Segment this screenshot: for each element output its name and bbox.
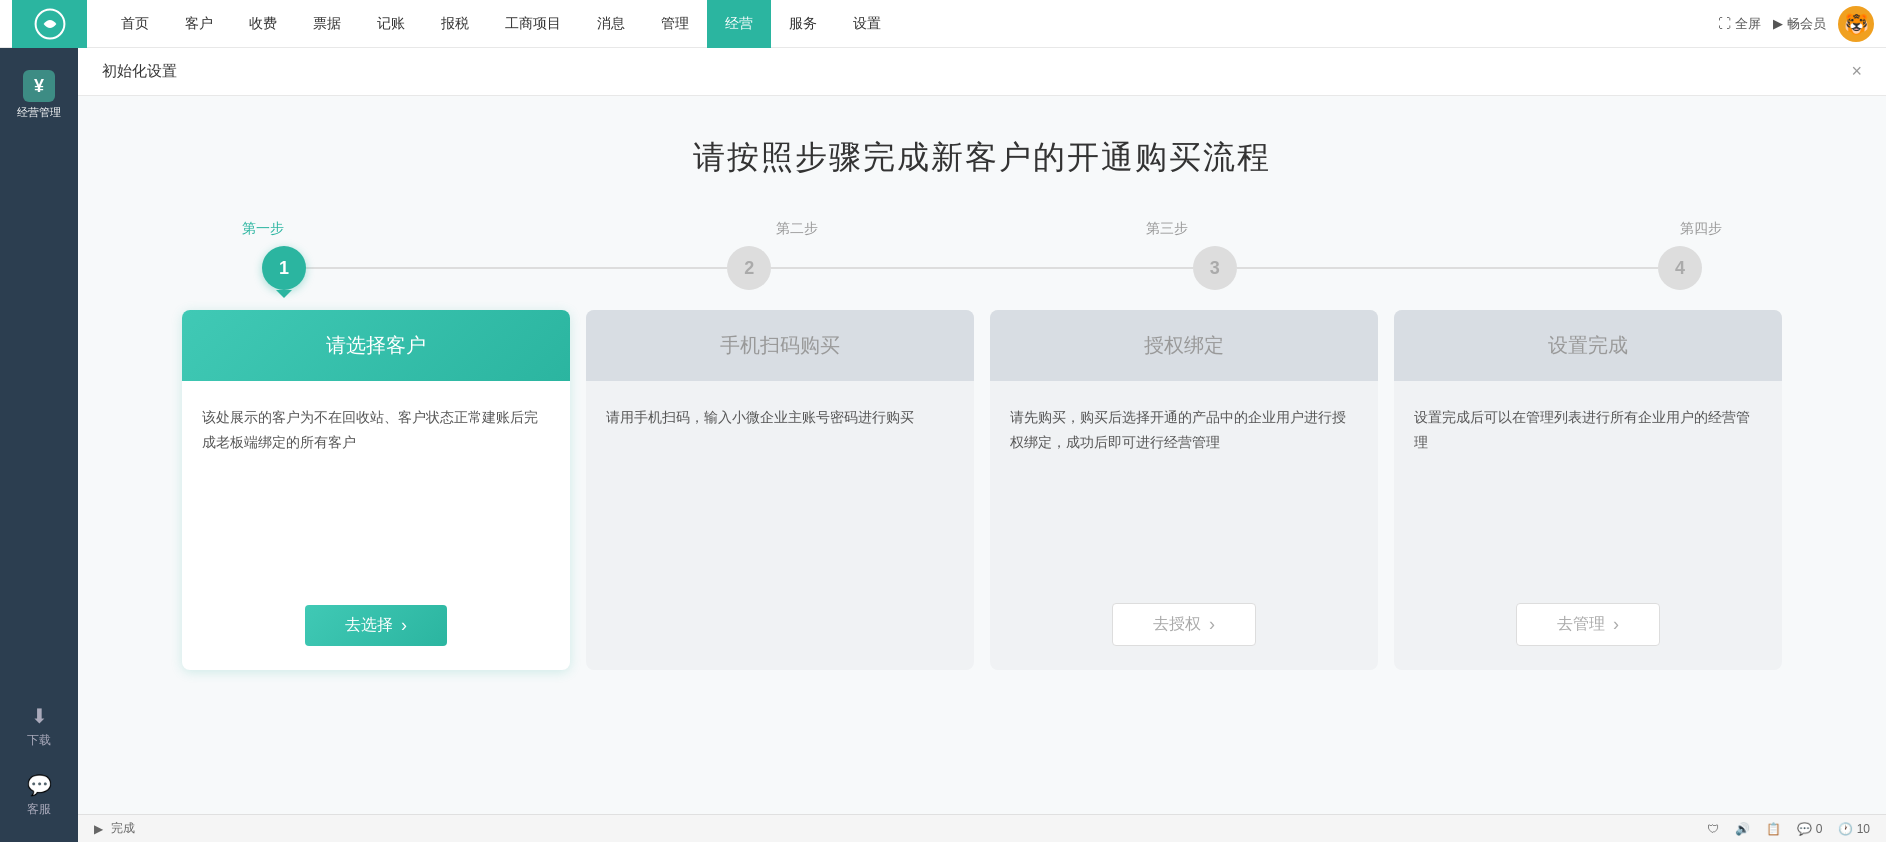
- content-area: 初始化设置 × 请按照步骤完成新客户的开通购买流程 第一步 第二步 第三步 第四…: [78, 48, 1886, 842]
- step-label-2: 第二步: [612, 220, 982, 238]
- support-icon: 💬: [27, 773, 52, 797]
- go-manage-button[interactable]: 去管理 ›: [1516, 603, 1660, 646]
- nav-business[interactable]: 工商项目: [487, 0, 579, 48]
- card-3-header: 授权绑定: [990, 310, 1378, 381]
- nav-customer[interactable]: 客户: [167, 0, 231, 48]
- card-3-footer: 去授权 ›: [990, 587, 1378, 670]
- go-select-icon: ›: [401, 615, 407, 636]
- nav-right: ⛶ 全屏 ▶ 畅会员 🐯: [1718, 6, 1874, 42]
- step-circle-1: 1: [262, 246, 306, 290]
- page-title: 请按照步骤完成新客户的开通购买流程: [693, 136, 1271, 180]
- go-authorize-button[interactable]: 去授权 ›: [1112, 603, 1256, 646]
- page-breadcrumb: 初始化设置: [102, 62, 177, 81]
- shield-icon: 🛡: [1707, 822, 1719, 836]
- card-1-header: 请选择客户: [182, 310, 570, 381]
- card-4-header: 设置完成: [1394, 310, 1782, 381]
- nav-fee[interactable]: 收费: [231, 0, 295, 48]
- sidebar: ¥ 经营管理 ⬇ 下载 💬 客服: [0, 48, 78, 842]
- card-1-body: 该处展示的客户为不在回收站、客户状态正常建账后完成老板端绑定的所有客户: [182, 381, 570, 589]
- go-select-button[interactable]: 去选择 ›: [305, 605, 447, 646]
- clipboard-icon: 📋: [1766, 822, 1781, 836]
- step-label-1: 第一步: [182, 220, 612, 238]
- go-authorize-icon: ›: [1209, 614, 1215, 635]
- nav-settings[interactable]: 设置: [835, 0, 899, 48]
- sidebar-support[interactable]: 💬 客服: [0, 761, 78, 830]
- step-card-3: 授权绑定 请先购买，购买后选择开通的产品中的企业用户进行授权绑定，成功后即可进行…: [990, 310, 1378, 670]
- sidebar-item-label: 经营管理: [6, 106, 72, 119]
- sidebar-download[interactable]: ⬇ 下载: [0, 692, 78, 761]
- nav-manage[interactable]: 管理: [643, 0, 707, 48]
- step-circle-4: 4: [1658, 246, 1702, 290]
- logo: [12, 0, 87, 48]
- close-button[interactable]: ×: [1851, 61, 1862, 82]
- status-right: 🛡 🔊 📋 💬 0 🕐 10: [1707, 822, 1870, 836]
- play-status-icon: ▶: [94, 822, 103, 836]
- go-select-label: 去选择: [345, 615, 393, 636]
- steps-labels: 第一步 第二步 第三步 第四步: [182, 220, 1782, 238]
- main-content: 请按照步骤完成新客户的开通购买流程 第一步 第二步 第三步 第四步 1 › 2: [78, 96, 1886, 814]
- card-1-footer: 去选择 ›: [182, 589, 570, 670]
- nav-service[interactable]: 服务: [771, 0, 835, 48]
- nav-bill[interactable]: 票据: [295, 0, 359, 48]
- download-label: 下载: [27, 732, 51, 749]
- step-label-4: 第四步: [1352, 220, 1782, 238]
- avatar[interactable]: 🐯: [1838, 6, 1874, 42]
- step-line-3: ›: [1237, 267, 1658, 269]
- nav-tax[interactable]: 报税: [423, 0, 487, 48]
- member-label: 畅会员: [1787, 15, 1826, 33]
- support-label: 客服: [27, 801, 51, 818]
- go-manage-icon: ›: [1613, 614, 1619, 635]
- step-line-2: ›: [771, 267, 1192, 269]
- operation-icon: ¥: [23, 70, 55, 102]
- step-card-1: 请选择客户 该处展示的客户为不在回收站、客户状态正常建账后完成老板端绑定的所有客…: [182, 310, 570, 670]
- status-bar: ▶ 完成 🛡 🔊 📋 💬 0 🕐 10: [78, 814, 1886, 842]
- nav-home[interactable]: 首页: [103, 0, 167, 48]
- status-text: 完成: [111, 820, 135, 837]
- step-circle-2: 2: [727, 246, 771, 290]
- steps-container: 第一步 第二步 第三步 第四步 1 › 2 › 3: [182, 220, 1782, 670]
- step-card-4: 设置完成 设置完成后可以在管理列表进行所有企业用户的经营管理 去管理 ›: [1394, 310, 1782, 670]
- card-4-body: 设置完成后可以在管理列表进行所有企业用户的经营管理: [1394, 381, 1782, 587]
- steps-progress: 1 › 2 › 3 › 4: [182, 246, 1782, 290]
- card-2-header: 手机扫码购买: [586, 310, 974, 381]
- card-2-body: 请用手机扫码，输入小微企业主账号密码进行购买: [586, 381, 974, 630]
- step-cards: 请选择客户 该处展示的客户为不在回收站、客户状态正常建账后完成老板端绑定的所有客…: [182, 310, 1782, 670]
- step-line-1: ›: [306, 267, 727, 269]
- message-count: 💬 0: [1797, 822, 1822, 836]
- card-3-body: 请先购买，购买后选择开通的产品中的企业用户进行授权绑定，成功后即可进行经营管理: [990, 381, 1378, 587]
- card-4-footer: 去管理 ›: [1394, 587, 1782, 670]
- go-authorize-label: 去授权: [1153, 614, 1201, 635]
- fullscreen-icon: ⛶: [1718, 16, 1731, 31]
- card-2-footer: [586, 630, 974, 670]
- member-btn[interactable]: ▶ 畅会员: [1773, 15, 1826, 33]
- main-layout: ¥ 经营管理 ⬇ 下载 💬 客服 初始化设置 × 请按照步骤完成新客户的开通购买…: [0, 48, 1886, 842]
- fullscreen-btn[interactable]: ⛶ 全屏: [1718, 15, 1761, 33]
- volume-icon: 🔊: [1735, 822, 1750, 836]
- go-manage-label: 去管理: [1557, 614, 1605, 635]
- content-header: 初始化设置 ×: [78, 48, 1886, 96]
- download-icon: ⬇: [31, 704, 48, 728]
- time-icon: 🕐 10: [1838, 822, 1870, 836]
- play-icon: ▶: [1773, 16, 1783, 31]
- nav-operation[interactable]: 经营: [707, 0, 771, 48]
- sidebar-bottom: ⬇ 下载 💬 客服: [0, 692, 78, 842]
- nav-account[interactable]: 记账: [359, 0, 423, 48]
- nav-message[interactable]: 消息: [579, 0, 643, 48]
- fullscreen-label: 全屏: [1735, 15, 1761, 33]
- top-nav: 首页 客户 收费 票据 记账 报税 工商项目 消息 管理 经营 服务 设置 ⛶ …: [0, 0, 1886, 48]
- nav-items: 首页 客户 收费 票据 记账 报税 工商项目 消息 管理 经营 服务 设置: [103, 0, 1718, 48]
- sidebar-item-operation[interactable]: ¥ 经营管理: [0, 56, 78, 133]
- step-card-2: 手机扫码购买 请用手机扫码，输入小微企业主账号密码进行购买: [586, 310, 974, 670]
- step-label-3: 第三步: [982, 220, 1352, 238]
- step-circle-3: 3: [1193, 246, 1237, 290]
